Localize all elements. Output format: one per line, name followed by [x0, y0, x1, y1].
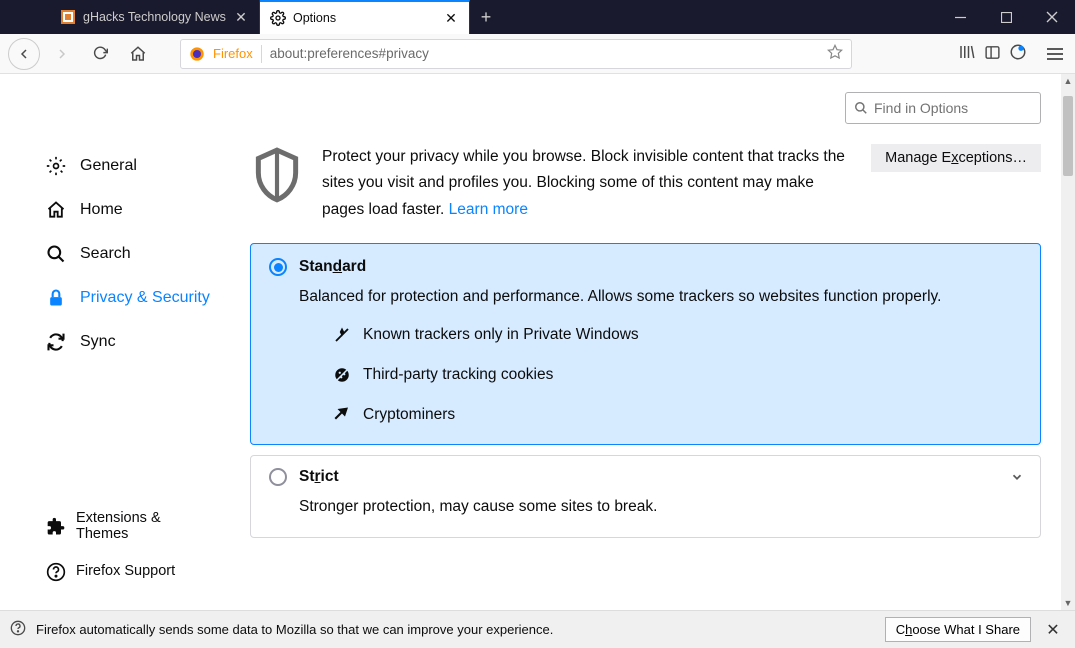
sidebar-item-privacy[interactable]: Privacy & Security [0, 276, 230, 320]
sidebar-item-sync[interactable]: Sync [0, 320, 230, 364]
feature-cryptominers: Cryptominers [333, 406, 1022, 424]
puzzle-icon [46, 517, 64, 535]
choose-share-button[interactable]: Choose What I Share [885, 617, 1031, 642]
option-title: Standard [299, 258, 366, 276]
window-controls [937, 0, 1075, 34]
option-desc: Stronger protection, may cause some site… [299, 494, 1022, 520]
sidebar-label: General [80, 157, 137, 175]
toolbar-right [958, 43, 1063, 64]
info-icon [10, 620, 26, 639]
back-button[interactable] [8, 38, 40, 70]
firefox-icon [189, 46, 205, 62]
tab-spacer [0, 0, 50, 34]
url-bar[interactable]: Firefox about:preferences#privacy [180, 39, 852, 69]
minimize-button[interactable] [937, 0, 983, 34]
find-placeholder: Find in Options [874, 100, 968, 116]
option-strict[interactable]: Strict Stronger protection, may cause so… [250, 455, 1041, 537]
sidebar-label: Extensions & Themes [76, 510, 216, 542]
home-button[interactable] [122, 38, 154, 70]
nav-toolbar: Firefox about:preferences#privacy [0, 34, 1075, 74]
sidebar-label: Search [80, 245, 131, 263]
cookie-icon [333, 366, 351, 384]
scrollbar-thumb[interactable] [1063, 96, 1073, 176]
library-icon[interactable] [958, 43, 976, 64]
url-text: about:preferences#privacy [270, 46, 819, 61]
find-in-options[interactable]: Find in Options [845, 92, 1041, 124]
sidebar-item-support[interactable]: Firefox Support [0, 552, 230, 590]
favicon-ghacks [60, 9, 76, 25]
scroll-down-icon[interactable]: ▼ [1061, 596, 1075, 610]
sidebar-item-home[interactable]: Home [0, 188, 230, 232]
search-icon [854, 101, 868, 115]
bookmark-star-icon[interactable] [827, 44, 843, 63]
feature-trackers: Known trackers only in Private Windows [333, 326, 1022, 344]
radio-strict[interactable] [269, 468, 287, 486]
sync-icon [46, 332, 66, 352]
sidebar-toggle-icon[interactable] [984, 44, 1001, 64]
divider [261, 45, 262, 63]
feature-cookies: Third-party tracking cookies [333, 366, 1022, 384]
profile-icon[interactable] [1009, 43, 1027, 64]
option-standard[interactable]: Standard Balanced for protection and per… [250, 243, 1041, 445]
lock-icon [46, 288, 66, 308]
sidebar-label: Firefox Support [76, 563, 175, 579]
titlebar: gHacks Technology News ✕ Options ✕ + [0, 0, 1075, 34]
close-icon[interactable]: ✕ [443, 10, 459, 26]
gear-icon [270, 10, 286, 26]
notification-bar: Firefox automatically sends some data to… [0, 610, 1075, 648]
vertical-scrollbar[interactable]: ▲ ▼ [1061, 74, 1075, 610]
option-title: Strict [299, 468, 339, 486]
forward-button[interactable] [46, 38, 78, 70]
newtab-button[interactable]: + [470, 0, 502, 34]
learn-more-link[interactable]: Learn more [449, 201, 528, 218]
option-desc: Balanced for protection and performance.… [299, 284, 1022, 310]
shield-icon [250, 144, 304, 204]
tab-options[interactable]: Options ✕ [260, 0, 470, 34]
search-icon [46, 244, 66, 264]
tab-title: gHacks Technology News [83, 10, 226, 24]
preferences-sidebar: General Home Search Privacy & Security S… [0, 74, 230, 610]
sidebar-item-general[interactable]: General [0, 144, 230, 188]
sidebar-label: Privacy & Security [80, 289, 210, 307]
tab-title: Options [293, 11, 436, 25]
sidebar-item-extensions[interactable]: Extensions & Themes [0, 500, 230, 552]
menu-button[interactable] [1047, 48, 1063, 60]
close-icon[interactable]: ✕ [1041, 620, 1065, 640]
close-window-button[interactable] [1029, 0, 1075, 34]
tracker-icon [333, 326, 351, 344]
radio-standard[interactable] [269, 258, 287, 276]
home-icon [46, 200, 66, 220]
main-panel: Find in Options Protect your privacy whi… [230, 74, 1061, 610]
sidebar-label: Sync [80, 333, 116, 351]
hamburger-icon [1047, 48, 1063, 60]
gear-icon [46, 156, 66, 176]
reload-button[interactable] [84, 38, 116, 70]
close-icon[interactable]: ✕ [233, 9, 249, 25]
manage-exceptions-button[interactable]: Manage Exceptions… [871, 144, 1041, 172]
maximize-button[interactable] [983, 0, 1029, 34]
sidebar-item-search[interactable]: Search [0, 232, 230, 276]
intro-text: Protect your privacy while you browse. B… [322, 144, 853, 223]
notification-text: Firefox automatically sends some data to… [36, 622, 875, 637]
cryptominer-icon [333, 406, 351, 424]
scroll-up-icon[interactable]: ▲ [1061, 74, 1075, 88]
identity-label: Firefox [213, 46, 253, 61]
help-icon [46, 562, 64, 580]
sidebar-label: Home [80, 201, 123, 219]
chevron-down-icon[interactable] [1010, 470, 1024, 487]
tab-ghacks[interactable]: gHacks Technology News ✕ [50, 0, 260, 34]
